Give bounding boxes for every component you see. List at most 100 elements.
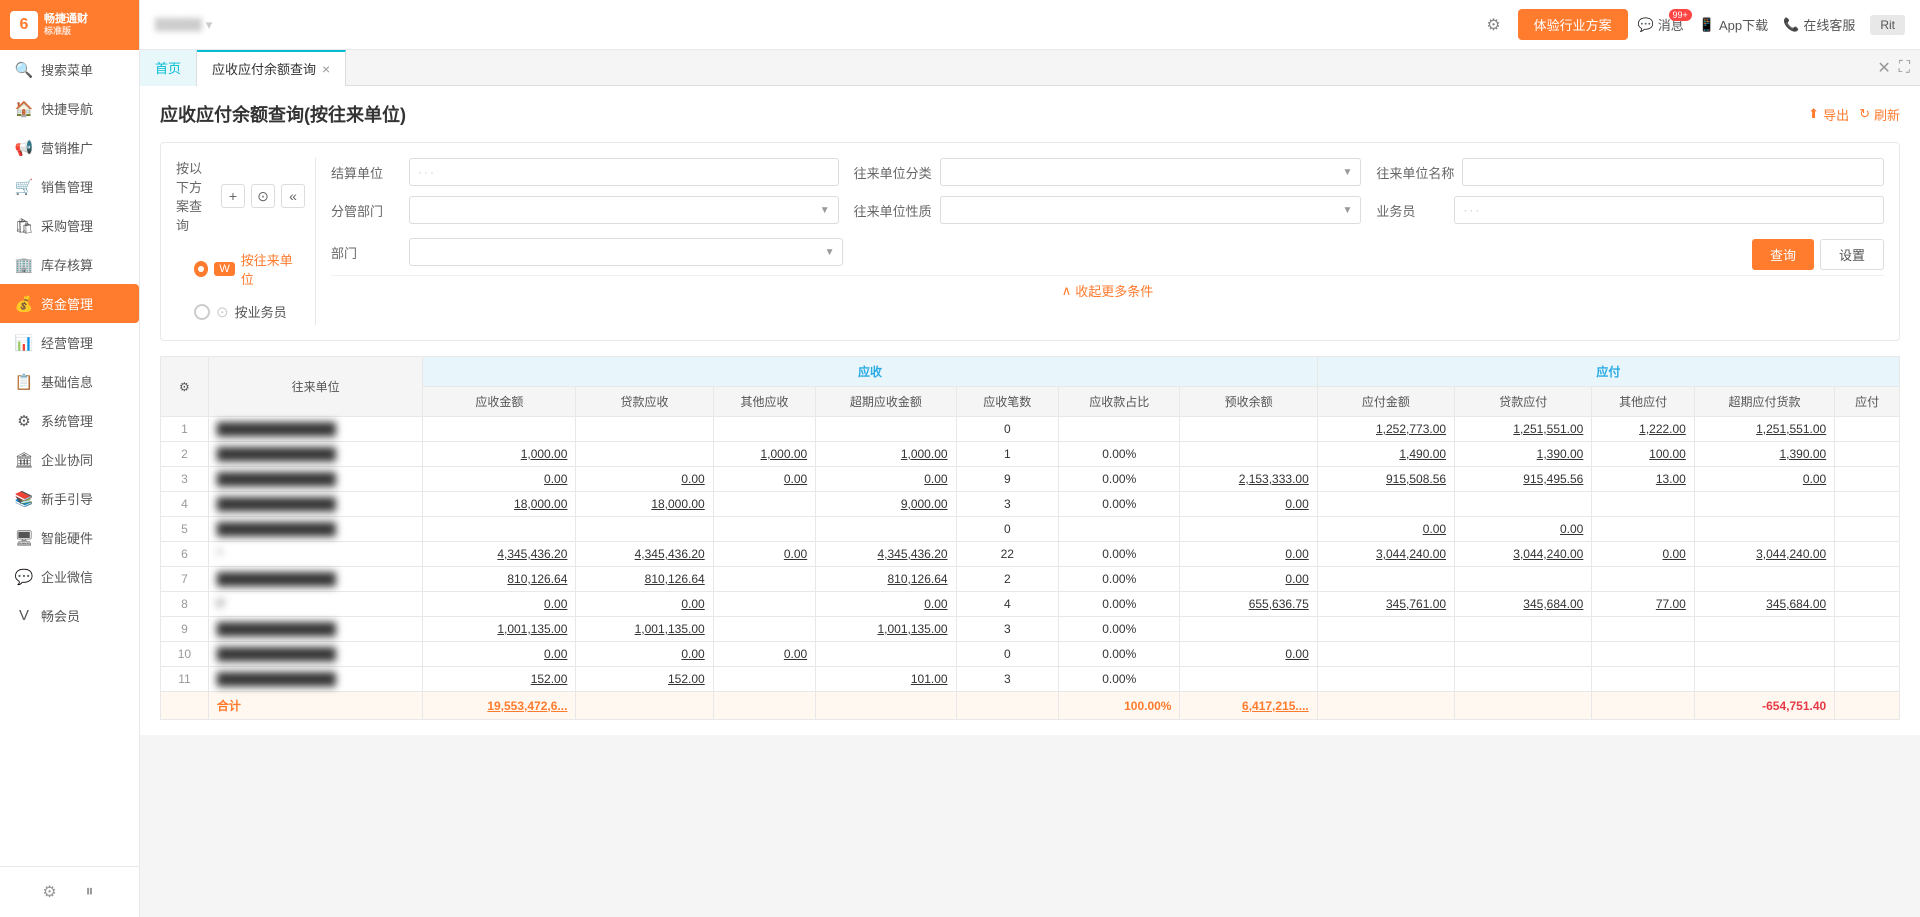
- sidebar-item-purchase[interactable]: 🛍 采购管理: [0, 206, 139, 245]
- ar_loan-cell[interactable]: 18,000.00: [576, 492, 713, 517]
- edit-scheme-button[interactable]: ⊙: [251, 184, 275, 208]
- table-settings-header[interactable]: ⚙: [161, 357, 209, 417]
- tab-close-all-icon[interactable]: ✕: [1877, 58, 1890, 78]
- ar_overdue-cell[interactable]: 9,000.00: [816, 492, 956, 517]
- ar_amount-cell[interactable]: 18,000.00: [423, 492, 576, 517]
- ar_amount-cell[interactable]: 0.00: [423, 467, 576, 492]
- ap_other-cell[interactable]: 100.00: [1592, 442, 1695, 467]
- ap_amount-cell[interactable]: 0.00: [1317, 517, 1454, 542]
- refresh-button[interactable]: ↻ 刷新: [1859, 105, 1900, 124]
- collapse-filter-button[interactable]: ∧ 收起更多条件: [331, 275, 1884, 305]
- ar_amount-cell[interactable]: 810,126.64: [423, 567, 576, 592]
- ap_other-cell[interactable]: 1,222.00: [1592, 417, 1695, 442]
- ar_prepay-cell[interactable]: 0.00: [1180, 642, 1317, 667]
- filter-option-salesperson[interactable]: ⊙ 按业务员: [186, 298, 305, 325]
- sidebar-item-finance[interactable]: 💰 资金管理: [0, 284, 139, 323]
- dept-input[interactable]: ▼: [409, 238, 843, 266]
- ap_amount-cell[interactable]: 345,761.00: [1317, 592, 1454, 617]
- sidebar-item-wechat[interactable]: 💬 企业微信: [0, 557, 139, 596]
- total-ar-amount[interactable]: 19,553,472,6...: [423, 692, 576, 720]
- tab-close-button[interactable]: ×: [322, 61, 330, 77]
- ar_loan-cell[interactable]: 1,001,135.00: [576, 617, 713, 642]
- ar_overdue-cell[interactable]: 0.00: [816, 467, 956, 492]
- sidebar-collapse-button[interactable]: ⏸: [75, 877, 105, 907]
- ap_loan-cell[interactable]: 1,251,551.00: [1455, 417, 1592, 442]
- ap_amount-cell[interactable]: 3,044,240.00: [1317, 542, 1454, 567]
- topbar-gear-button[interactable]: ⚙: [1480, 11, 1508, 39]
- ap_amount-cell[interactable]: 1,490.00: [1317, 442, 1454, 467]
- ap_overdue-cell[interactable]: 345,684.00: [1694, 592, 1834, 617]
- ar_overdue-cell[interactable]: 101.00: [816, 667, 956, 692]
- app-download-button[interactable]: 📱 App下载: [1699, 15, 1768, 34]
- ar_prepay-cell[interactable]: 0.00: [1180, 492, 1317, 517]
- sidebar-item-sales[interactable]: 🛒 销售管理: [0, 167, 139, 206]
- ar_loan-cell[interactable]: 810,126.64: [576, 567, 713, 592]
- ar_loan-cell[interactable]: 0.00: [576, 467, 713, 492]
- ar_prepay-cell[interactable]: 0.00: [1180, 542, 1317, 567]
- online-service-button[interactable]: 📞 在线客服: [1783, 15, 1855, 34]
- sidebar-item-basic[interactable]: 📋 基础信息: [0, 362, 139, 401]
- ar_other-cell[interactable]: 0.00: [713, 542, 816, 567]
- tab-ar-balance[interactable]: 应收应付余额查询 ×: [197, 50, 346, 86]
- ap_loan-cell[interactable]: 0.00: [1455, 517, 1592, 542]
- ar_other-cell[interactable]: 0.00: [713, 467, 816, 492]
- ap_overdue-cell[interactable]: 3,044,240.00: [1694, 542, 1834, 567]
- partner-nature-input[interactable]: ▼: [940, 196, 1362, 224]
- ap_other-cell[interactable]: 77.00: [1592, 592, 1695, 617]
- user-menu-button[interactable]: Rit: [1870, 17, 1905, 32]
- ar_loan-cell[interactable]: 0.00: [576, 592, 713, 617]
- ap_amount-cell[interactable]: 915,508.56: [1317, 467, 1454, 492]
- total-ar-prepay[interactable]: 6,417,215....: [1180, 692, 1317, 720]
- ar_prepay-cell[interactable]: 655,636.75: [1180, 592, 1317, 617]
- tab-expand-icon[interactable]: ⛶: [1899, 59, 1910, 77]
- promo-button[interactable]: 体验行业方案: [1518, 9, 1628, 40]
- ar_amount-cell[interactable]: 4,345,436.20: [423, 542, 576, 567]
- message-button[interactable]: 💬 消息 99+: [1638, 15, 1684, 34]
- ar_amount-cell[interactable]: 1,001,135.00: [423, 617, 576, 642]
- ap_other-cell[interactable]: 0.00: [1592, 542, 1695, 567]
- ar_amount-cell[interactable]: 1,000.00: [423, 442, 576, 467]
- ap_overdue-cell[interactable]: 1,390.00: [1694, 442, 1834, 467]
- sidebar-item-system[interactable]: ⚙ 系统管理: [0, 401, 139, 440]
- add-scheme-button[interactable]: +: [221, 184, 245, 208]
- ar_overdue-cell[interactable]: 0.00: [816, 592, 956, 617]
- sidebar-item-marketing[interactable]: 📢 营销推广: [0, 128, 139, 167]
- ar_prepay-cell[interactable]: 0.00: [1180, 567, 1317, 592]
- more-scheme-button[interactable]: «: [281, 184, 305, 208]
- ar_loan-cell[interactable]: 4,345,436.20: [576, 542, 713, 567]
- managing-dept-input[interactable]: ▼: [409, 196, 839, 224]
- sidebar-item-member[interactable]: V 畅会员: [0, 596, 139, 635]
- ar_loan-cell[interactable]: 0.00: [576, 642, 713, 667]
- settings-button[interactable]: 设置: [1820, 239, 1884, 270]
- query-button[interactable]: 查询: [1752, 239, 1814, 270]
- ar_other-cell[interactable]: 1,000.00: [713, 442, 816, 467]
- sidebar-item-enterprise[interactable]: 🏛 企业协同: [0, 440, 139, 479]
- ar_overdue-cell[interactable]: 1,000.00: [816, 442, 956, 467]
- ar_overdue-cell[interactable]: 1,001,135.00: [816, 617, 956, 642]
- partner-name-input[interactable]: [1462, 158, 1884, 186]
- ar_loan-cell[interactable]: 152.00: [576, 667, 713, 692]
- ap_overdue-cell[interactable]: 0.00: [1694, 467, 1834, 492]
- ar_other-cell[interactable]: 0.00: [713, 642, 816, 667]
- export-button[interactable]: ⬆ 导出: [1808, 105, 1849, 124]
- ap_amount-cell[interactable]: 1,252,773.00: [1317, 417, 1454, 442]
- ar_overdue-cell[interactable]: 810,126.64: [816, 567, 956, 592]
- ar_overdue-cell[interactable]: 4,345,436.20: [816, 542, 956, 567]
- filter-option-partner[interactable]: W 按往来单位: [186, 246, 305, 292]
- partner-category-input[interactable]: ▼: [940, 158, 1362, 186]
- ap_loan-cell[interactable]: 1,390.00: [1455, 442, 1592, 467]
- salesperson-input[interactable]: ···: [1454, 196, 1884, 224]
- tab-home[interactable]: 首页: [140, 50, 197, 86]
- sidebar-settings-button[interactable]: ⚙: [35, 877, 65, 907]
- sidebar-item-quicknav[interactable]: 🏠 快捷导航: [0, 89, 139, 128]
- settlement-unit-input[interactable]: ···: [409, 158, 839, 186]
- ar_prepay-cell[interactable]: 2,153,333.00: [1180, 467, 1317, 492]
- sidebar-item-guide[interactable]: 📚 新手引导: [0, 479, 139, 518]
- sidebar-item-inventory[interactable]: 🏢 库存核算: [0, 245, 139, 284]
- ap_other-cell[interactable]: 13.00: [1592, 467, 1695, 492]
- sidebar-item-search[interactable]: 🔍 搜索菜单: [0, 50, 139, 89]
- sidebar-item-hardware[interactable]: 🖥 智能硬件: [0, 518, 139, 557]
- sidebar-item-management[interactable]: 📊 经营管理: [0, 323, 139, 362]
- ar_amount-cell[interactable]: 152.00: [423, 667, 576, 692]
- ar_amount-cell[interactable]: 0.00: [423, 592, 576, 617]
